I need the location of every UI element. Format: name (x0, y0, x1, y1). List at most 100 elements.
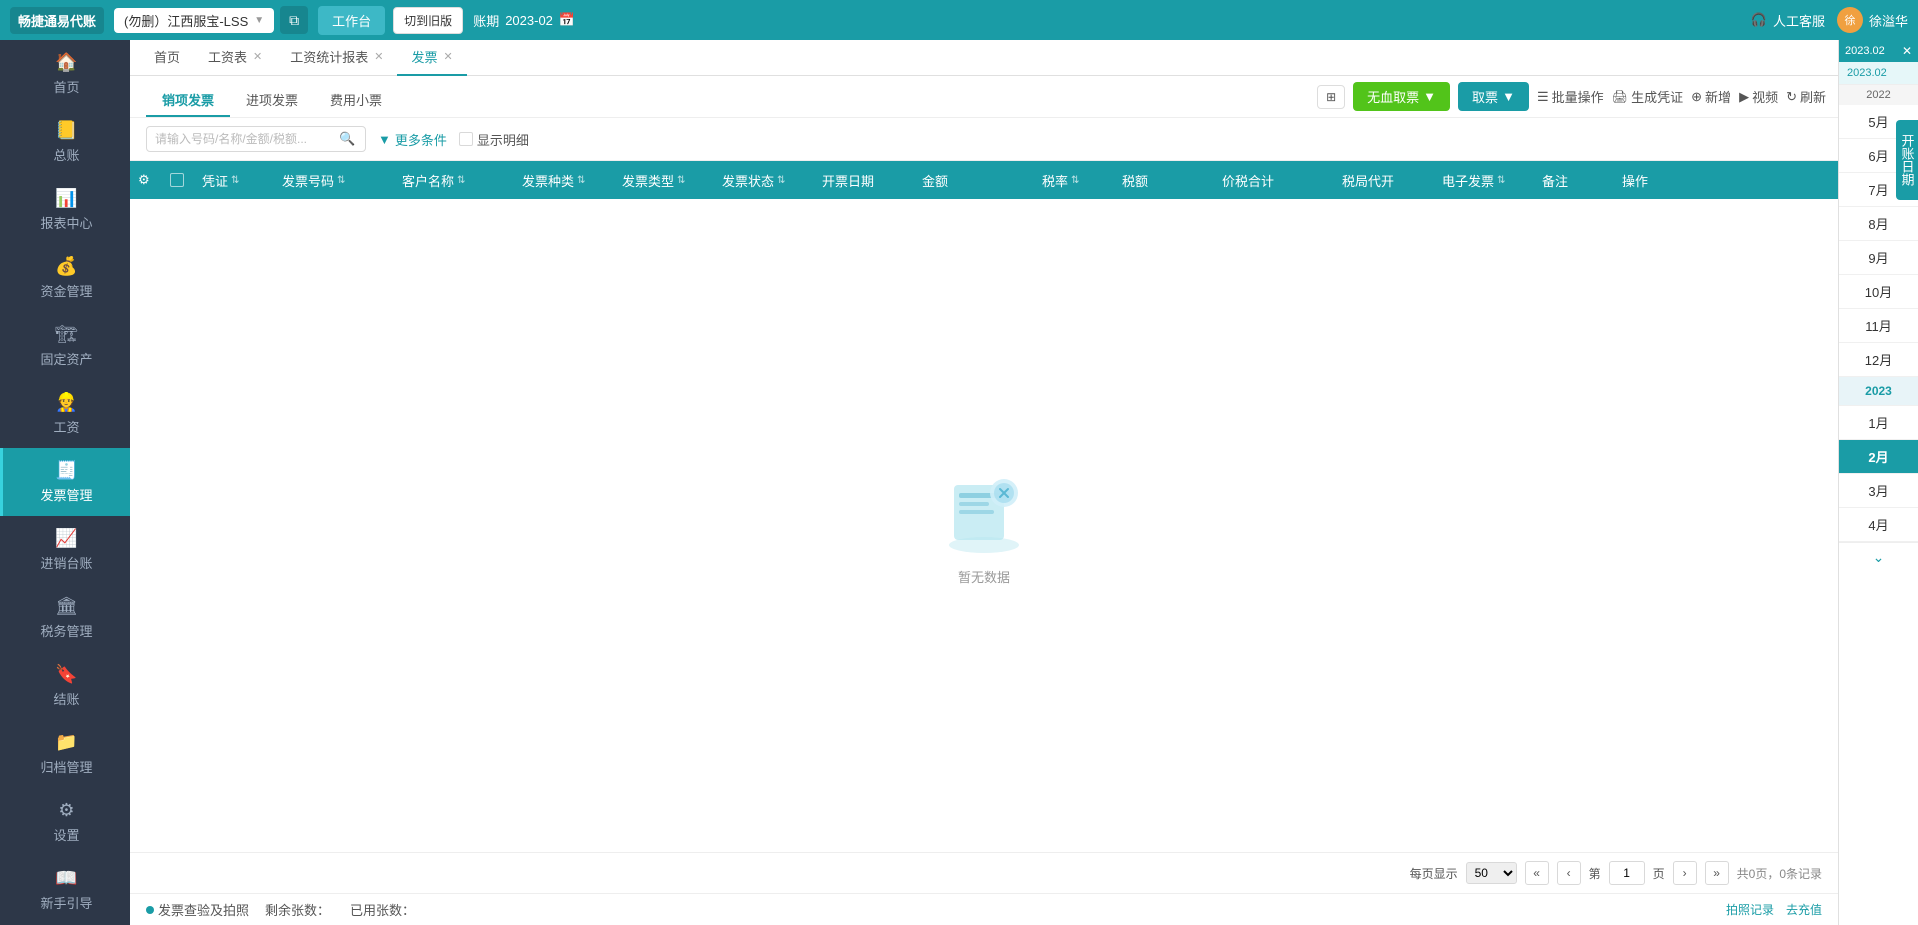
company-arrow-icon: ▼ (254, 15, 264, 26)
salary-icon: 👷 (55, 392, 77, 413)
tab-invoice[interactable]: 发票 ✕ (397, 40, 466, 76)
sidebar-label-sales: 进销台账 (40, 553, 92, 572)
work-desk-button[interactable]: 工作台 (318, 6, 385, 35)
user-profile[interactable]: 徐 徐溢华 (1837, 7, 1908, 33)
customer-service[interactable]: 🎧 人工客服 (1751, 11, 1825, 30)
tab-bar: 首页 工资表 ✕ 工资统计报表 ✕ 发票 ✕ (130, 40, 1838, 76)
sub-tab-purchase-invoice[interactable]: 进项发票 (230, 84, 314, 117)
customer-sort-icon[interactable]: ⇅ (457, 175, 465, 186)
month-2022-08[interactable]: 8月 (1839, 207, 1918, 241)
invoice-no-sort-icon[interactable]: ⇅ (337, 175, 345, 186)
sidebar-label-tax: 税务管理 (40, 621, 92, 640)
tab-home[interactable]: 首页 (140, 40, 194, 76)
company-selector[interactable]: (勿删）江西服宝-LSS ▼ (114, 8, 274, 33)
th-date: 开票日期 (822, 171, 922, 190)
tax-rate-sort-icon[interactable]: ⇅ (1071, 175, 1079, 186)
video-button[interactable]: ▶ 视频 (1739, 87, 1778, 106)
sidebar-item-ledger[interactable]: 📒 总账 (0, 108, 130, 176)
month-2023-03[interactable]: 3月 (1839, 474, 1918, 508)
search-icon: 🔍 (339, 131, 355, 147)
sidebar-item-home[interactable]: 🏠 首页 (0, 40, 130, 108)
invoice-category-sort-icon[interactable]: ⇅ (677, 175, 685, 186)
sidebar-item-guide[interactable]: 📖 新手引导 (0, 856, 130, 924)
sidebar-label-settings: 设置 (53, 825, 79, 844)
invoice-status-sort-icon[interactable]: ⇅ (777, 175, 785, 186)
tab-invoice-close[interactable]: ✕ (444, 50, 453, 63)
new-label: 新增 (1705, 87, 1731, 106)
month-2022-11[interactable]: 11月 (1839, 309, 1918, 343)
page-number-input[interactable] (1609, 861, 1645, 885)
date-panel: 2023.02 ✕ 2023.02 开账日期 2022 5月 6月 7月 8月 … (1838, 40, 1918, 925)
grid-settings-button[interactable]: ⊞ (1317, 85, 1345, 109)
th-check[interactable] (170, 173, 202, 187)
th-settings[interactable]: ⚙ (138, 172, 170, 188)
more-conditions-button[interactable]: ▼ 更多条件 (378, 130, 447, 149)
new-button[interactable]: ⊕ 新增 (1691, 87, 1731, 106)
page-prefix-label: 第 (1589, 865, 1601, 882)
home-icon: 🏠 (55, 52, 77, 73)
sidebar-item-assets[interactable]: 🏗 固定资产 (0, 312, 130, 380)
batch-ops-button[interactable]: ☰ 批量操作 (1537, 87, 1604, 106)
switch-version-button[interactable]: 切到旧版 (393, 7, 463, 34)
e-invoice-sort-icon[interactable]: ⇅ (1497, 175, 1505, 186)
sidebar-item-salary[interactable]: 👷 工资 (0, 380, 130, 448)
open-period-side-btn[interactable]: 开账日期 (1896, 120, 1918, 200)
per-page-select[interactable]: 50 100 200 (1466, 862, 1517, 884)
month-2023-02[interactable]: 2月 (1839, 440, 1918, 474)
date-panel-close-icon[interactable]: ✕ (1902, 44, 1912, 58)
sidebar-item-settings[interactable]: ⚙ 设置 (0, 788, 130, 856)
month-2023-04[interactable]: 4月 (1839, 508, 1918, 542)
invoice-type-sort-icon[interactable]: ⇅ (577, 175, 585, 186)
sidebar-label-reports: 报表中心 (40, 213, 92, 232)
month-2022-12[interactable]: 12月 (1839, 343, 1918, 377)
headset-icon: 🎧 (1751, 12, 1767, 28)
next-page-button[interactable]: › (1673, 861, 1697, 885)
search-bar: 🔍 ▼ 更多条件 显示明细 (130, 118, 1838, 161)
voucher-sort-icon[interactable]: ⇅ (231, 175, 239, 186)
sidebar-item-archive[interactable]: 📁 归档管理 (0, 720, 130, 788)
date-panel-toggle-btn[interactable]: ⌄ (1839, 542, 1918, 572)
video-label: 视频 (1752, 87, 1778, 106)
photo-record-link[interactable]: 拍照记录 (1726, 901, 1774, 918)
gen-voucher-button[interactable]: 🖨 生成凭证 (1612, 87, 1684, 106)
refresh-button[interactable]: ↻ 刷新 (1786, 87, 1826, 106)
th-amount: 金额 (922, 171, 1042, 190)
sidebar-label-funds: 资金管理 (40, 281, 92, 300)
sidebar-item-invoice[interactable]: 🧾 发票管理 (0, 448, 130, 516)
last-page-button[interactable]: » (1705, 861, 1729, 885)
tax-icon: 🏛 (55, 596, 78, 617)
sidebar-label-guide: 新手引导 (40, 893, 92, 912)
sub-tab-expense-label: 费用小票 (330, 93, 382, 108)
month-2022-09[interactable]: 9月 (1839, 241, 1918, 275)
month-2023-01[interactable]: 1月 (1839, 406, 1918, 440)
sidebar-item-close[interactable]: 🔖 结账 (0, 652, 130, 720)
tab-payroll-stats-close[interactable]: ✕ (374, 50, 383, 63)
tab-payroll-stats[interactable]: 工资统计报表 ✕ (276, 40, 397, 76)
invoice-check-label: 发票查验及拍照 (158, 900, 249, 919)
sidebar-item-funds[interactable]: 💰 资金管理 (0, 244, 130, 312)
first-page-button[interactable]: « (1525, 861, 1549, 885)
date-panel-current: 2023.02 (1839, 62, 1918, 85)
gen-voucher-label: 生成凭证 (1631, 87, 1683, 106)
sub-tab-expense-receipt[interactable]: 费用小票 (314, 84, 398, 117)
sub-tab-sales-invoice[interactable]: 销项发票 (146, 84, 230, 117)
recharge-link[interactable]: 去充值 (1786, 901, 1822, 918)
sub-tab-bar: 销项发票 进项发票 费用小票 (130, 76, 1305, 117)
sidebar-item-reports[interactable]: 📊 报表中心 (0, 176, 130, 244)
chevron-down-icon: ⌄ (1873, 549, 1885, 566)
table-body: 暂无数据 (130, 199, 1838, 852)
settings-col-icon: ⚙ (138, 172, 150, 188)
prev-page-button[interactable]: ‹ (1557, 861, 1581, 885)
tab-payroll-close[interactable]: ✕ (253, 50, 262, 63)
no-tax-ticket-button[interactable]: 无血取票 ▼ (1353, 82, 1450, 111)
tab-payroll[interactable]: 工资表 ✕ (194, 40, 276, 76)
copy-icon-btn[interactable]: ⧉ (280, 6, 308, 34)
month-2022-10[interactable]: 10月 (1839, 275, 1918, 309)
no-tax-ticket-label: 无血取票 (1367, 87, 1419, 106)
show-detail-checkbox[interactable]: 显示明细 (459, 130, 529, 149)
search-input[interactable] (155, 132, 335, 146)
sidebar-label-assets: 固定资产 (40, 349, 92, 368)
take-ticket-button[interactable]: 取票 ▼ (1458, 82, 1529, 111)
sidebar-item-sales[interactable]: 📈 进销台账 (0, 516, 130, 584)
sidebar-item-tax[interactable]: 🏛 税务管理 (0, 584, 130, 652)
